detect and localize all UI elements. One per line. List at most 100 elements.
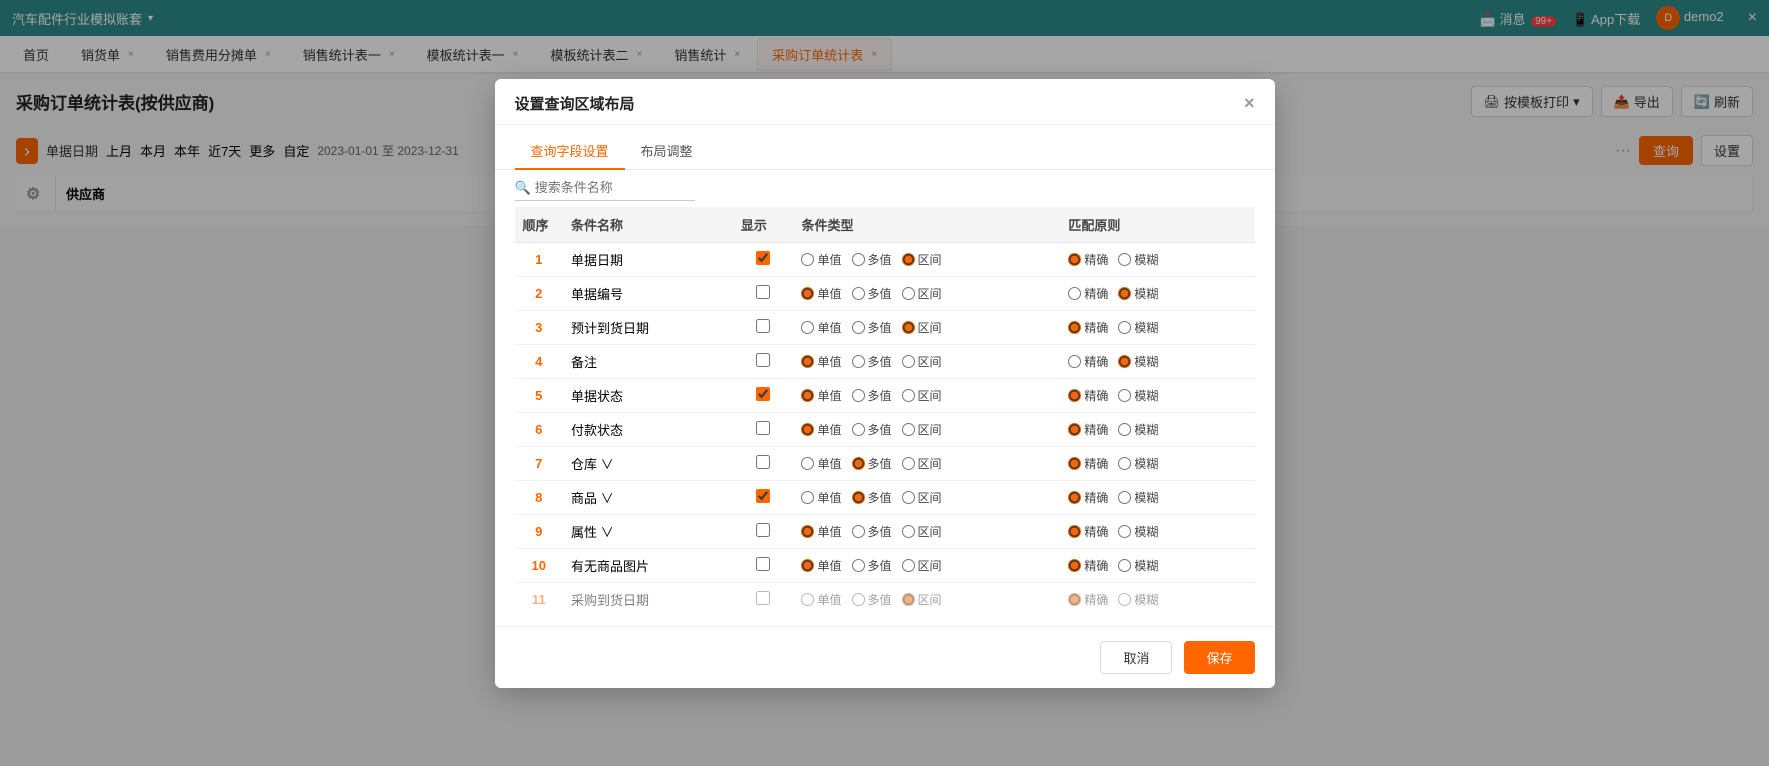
- type-radio-input[interactable]: [852, 287, 865, 300]
- match-radio-模糊[interactable]: 模糊: [1118, 285, 1158, 302]
- cell-show[interactable]: [733, 344, 794, 378]
- type-radio-单值[interactable]: 单值: [801, 251, 841, 268]
- match-radio-input[interactable]: [1068, 559, 1081, 572]
- match-radio-input[interactable]: [1118, 287, 1131, 300]
- match-radio-精确[interactable]: 精确: [1068, 455, 1108, 472]
- cell-show[interactable]: [733, 378, 794, 412]
- type-radio-多值[interactable]: 多值: [852, 251, 892, 268]
- cell-show[interactable]: [733, 446, 794, 480]
- type-radio-多值[interactable]: 多值: [852, 319, 892, 336]
- type-radio-区间[interactable]: 区间: [902, 285, 942, 302]
- type-radio-input[interactable]: [902, 287, 915, 300]
- match-radio-input[interactable]: [1118, 593, 1131, 606]
- type-radio-input[interactable]: [801, 457, 814, 470]
- match-radio-input[interactable]: [1068, 525, 1081, 538]
- match-radio-input[interactable]: [1068, 321, 1081, 334]
- show-checkbox[interactable]: [756, 251, 770, 265]
- match-radio-input[interactable]: [1068, 457, 1081, 470]
- match-radio-input[interactable]: [1068, 491, 1081, 504]
- tab-layout-adjust[interactable]: 布局调整: [625, 133, 709, 170]
- show-checkbox[interactable]: [756, 387, 770, 401]
- type-radio-input[interactable]: [852, 457, 865, 470]
- type-radio-input[interactable]: [902, 491, 915, 504]
- type-radio-区间[interactable]: 区间: [902, 387, 942, 404]
- cell-show[interactable]: [733, 582, 794, 616]
- cell-show[interactable]: [733, 412, 794, 446]
- type-radio-input[interactable]: [801, 559, 814, 572]
- type-radio-input[interactable]: [852, 525, 865, 538]
- search-input[interactable]: [535, 180, 711, 195]
- type-radio-多值[interactable]: 多值: [852, 387, 892, 404]
- type-radio-单值[interactable]: 单值: [801, 455, 841, 472]
- cell-show[interactable]: [733, 310, 794, 344]
- type-radio-input[interactable]: [902, 423, 915, 436]
- type-radio-input[interactable]: [902, 253, 915, 266]
- cell-show[interactable]: [733, 548, 794, 582]
- type-radio-区间[interactable]: 区间: [902, 251, 942, 268]
- show-checkbox[interactable]: [756, 591, 770, 605]
- type-radio-input[interactable]: [852, 389, 865, 402]
- type-radio-input[interactable]: [852, 559, 865, 572]
- match-radio-模糊[interactable]: 模糊: [1118, 319, 1158, 336]
- type-radio-多值[interactable]: 多值: [852, 353, 892, 370]
- match-radio-模糊[interactable]: 模糊: [1118, 387, 1158, 404]
- type-radio-input[interactable]: [801, 389, 814, 402]
- type-radio-input[interactable]: [801, 321, 814, 334]
- show-checkbox[interactable]: [756, 285, 770, 299]
- type-radio-input[interactable]: [801, 491, 814, 504]
- match-radio-input[interactable]: [1118, 253, 1131, 266]
- show-checkbox[interactable]: [756, 489, 770, 503]
- type-radio-单值[interactable]: 单值: [801, 557, 841, 574]
- match-radio-模糊[interactable]: 模糊: [1118, 489, 1158, 506]
- match-radio-input[interactable]: [1068, 253, 1081, 266]
- type-radio-input[interactable]: [852, 253, 865, 266]
- cell-show[interactable]: [733, 480, 794, 514]
- type-radio-区间[interactable]: 区间: [902, 353, 942, 370]
- match-radio-模糊[interactable]: 模糊: [1118, 353, 1158, 370]
- show-checkbox[interactable]: [756, 557, 770, 571]
- type-radio-多值[interactable]: 多值: [852, 591, 892, 608]
- type-radio-input[interactable]: [801, 253, 814, 266]
- type-radio-单值[interactable]: 单值: [801, 523, 841, 540]
- show-checkbox[interactable]: [756, 455, 770, 469]
- match-radio-input[interactable]: [1068, 423, 1081, 436]
- cell-show[interactable]: [733, 514, 794, 548]
- match-radio-模糊[interactable]: 模糊: [1118, 523, 1158, 540]
- match-radio-精确[interactable]: 精确: [1068, 591, 1108, 608]
- type-radio-多值[interactable]: 多值: [852, 421, 892, 438]
- match-radio-精确[interactable]: 精确: [1068, 353, 1108, 370]
- type-radio-input[interactable]: [801, 355, 814, 368]
- match-radio-精确[interactable]: 精确: [1068, 319, 1108, 336]
- match-radio-input[interactable]: [1068, 389, 1081, 402]
- type-radio-input[interactable]: [902, 525, 915, 538]
- show-checkbox[interactable]: [756, 523, 770, 537]
- type-radio-input[interactable]: [902, 559, 915, 572]
- match-radio-input[interactable]: [1068, 355, 1081, 368]
- type-radio-区间[interactable]: 区间: [902, 557, 942, 574]
- match-radio-精确[interactable]: 精确: [1068, 251, 1108, 268]
- type-radio-单值[interactable]: 单值: [801, 387, 841, 404]
- type-radio-input[interactable]: [902, 321, 915, 334]
- match-radio-精确[interactable]: 精确: [1068, 557, 1108, 574]
- tab-field-settings[interactable]: 查询字段设置: [515, 133, 625, 170]
- match-radio-模糊[interactable]: 模糊: [1118, 591, 1158, 608]
- match-radio-精确[interactable]: 精确: [1068, 421, 1108, 438]
- match-radio-精确[interactable]: 精确: [1068, 285, 1108, 302]
- show-checkbox[interactable]: [756, 421, 770, 435]
- type-radio-多值[interactable]: 多值: [852, 489, 892, 506]
- match-radio-模糊[interactable]: 模糊: [1118, 251, 1158, 268]
- cell-show[interactable]: [733, 242, 794, 276]
- type-radio-input[interactable]: [852, 593, 865, 606]
- match-radio-input[interactable]: [1068, 593, 1081, 606]
- match-radio-input[interactable]: [1118, 423, 1131, 436]
- show-checkbox[interactable]: [756, 319, 770, 333]
- type-radio-单值[interactable]: 单值: [801, 591, 841, 608]
- match-radio-模糊[interactable]: 模糊: [1118, 557, 1158, 574]
- match-radio-精确[interactable]: 精确: [1068, 387, 1108, 404]
- type-radio-input[interactable]: [801, 525, 814, 538]
- type-radio-input[interactable]: [852, 355, 865, 368]
- type-radio-区间[interactable]: 区间: [902, 319, 942, 336]
- type-radio-多值[interactable]: 多值: [852, 557, 892, 574]
- type-radio-单值[interactable]: 单值: [801, 285, 841, 302]
- type-radio-input[interactable]: [902, 355, 915, 368]
